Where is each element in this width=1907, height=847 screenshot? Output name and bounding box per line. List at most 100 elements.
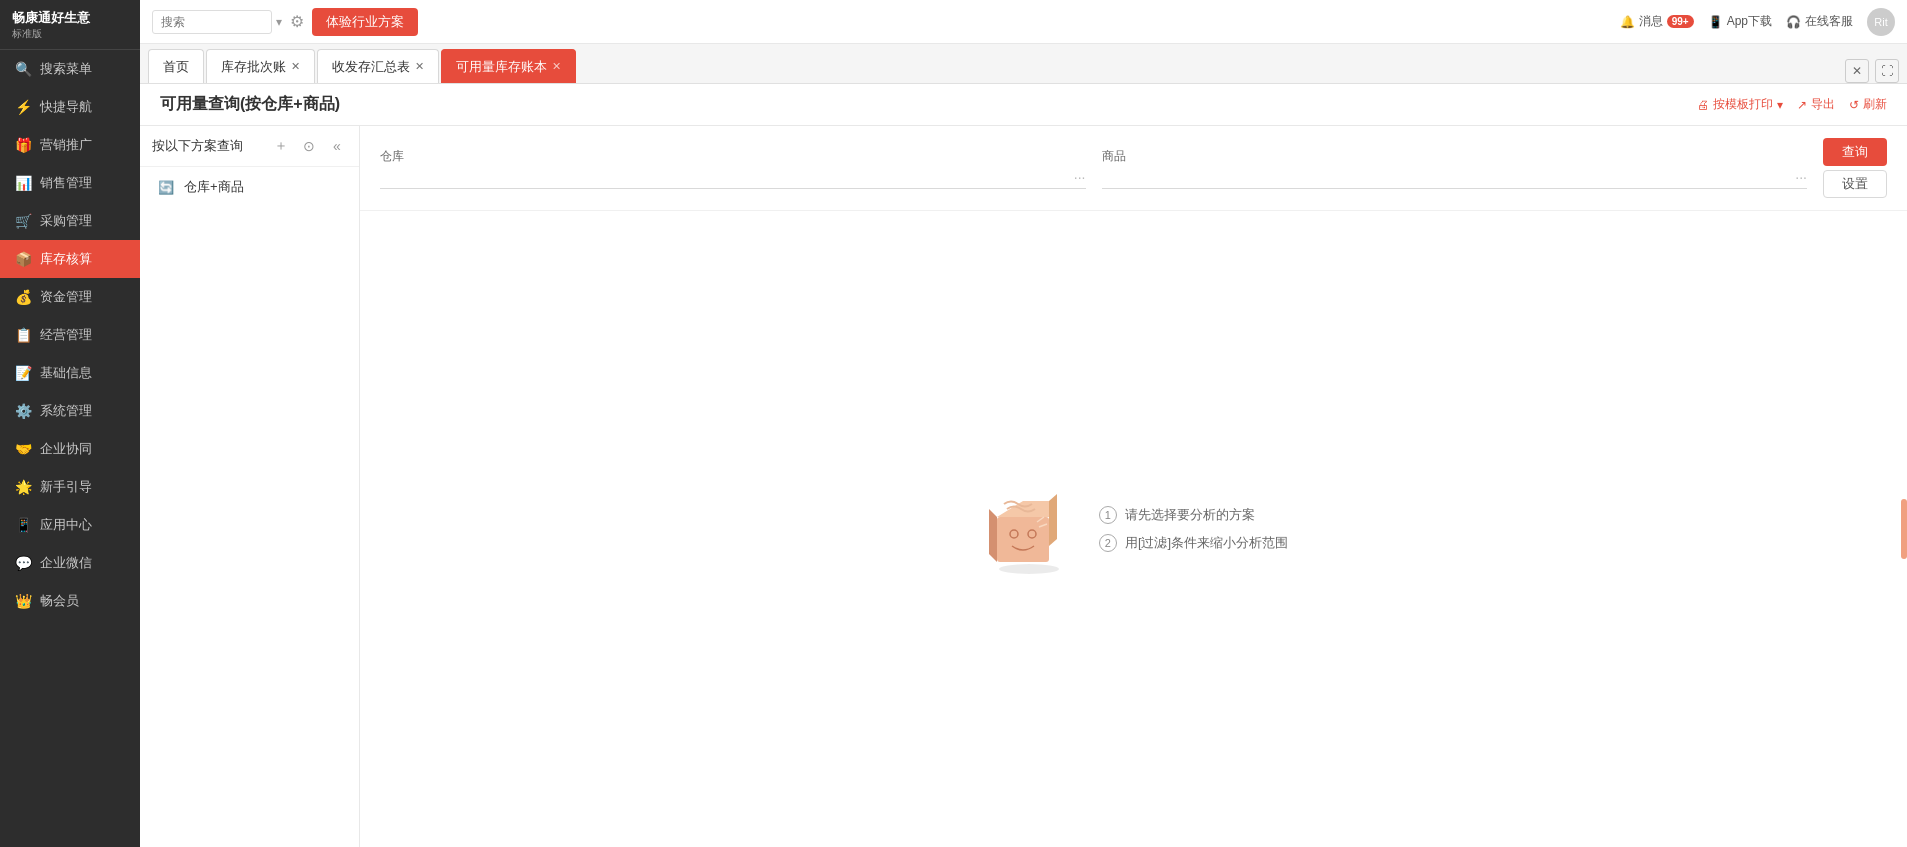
message-button[interactable]: 🔔 消息 99+ xyxy=(1620,13,1694,30)
page-actions: 🖨 按模板打印 ▾ ↗ 导出 ↺ 刷新 xyxy=(1697,96,1887,113)
settings-scheme-button[interactable]: ⊙ xyxy=(299,136,319,156)
close-tab-button[interactable]: ✕ xyxy=(1845,59,1869,83)
sidebar-item-sales[interactable]: 📊 销售管理 xyxy=(0,164,140,202)
clipboard-icon: 📋 xyxy=(14,326,32,344)
export-icon: ↗ xyxy=(1797,98,1807,112)
sidebar-item-corp-coop[interactable]: 🤝 企业协同 xyxy=(0,430,140,468)
left-panel-title: 按以下方案查询 xyxy=(152,137,263,155)
sidebar-item-label: 企业微信 xyxy=(40,554,92,572)
sidebar-item-member[interactable]: 👑 畅会员 xyxy=(0,582,140,620)
sidebar-item-label: 销售管理 xyxy=(40,174,92,192)
product-label: 商品 xyxy=(1102,148,1808,165)
right-panel: 仓库 ··· 商品 ··· 查询 设置 xyxy=(360,126,1907,847)
empty-state: 1 请先选择要分析的方案 2 用[过滤]条件来缩小分析范围 xyxy=(360,211,1907,847)
phone-icon: 📱 xyxy=(1708,15,1723,29)
content-area: 按以下方案查询 ＋ ⊙ « 🔄 仓库+商品 仓库 ··· xyxy=(140,126,1907,847)
topbar-search-area: ▾ xyxy=(152,10,282,34)
sidebar-item-label: 新手引导 xyxy=(40,478,92,496)
filter-row: 仓库 ··· 商品 ··· 查询 设置 xyxy=(360,126,1907,211)
refresh-button[interactable]: ↺ 刷新 xyxy=(1849,96,1887,113)
printer-icon: 🖨 xyxy=(1697,98,1709,112)
template-print-button[interactable]: 🖨 按模板打印 ▾ xyxy=(1697,96,1783,113)
sidebar-item-wechat[interactable]: 💬 企业微信 xyxy=(0,544,140,582)
tab-recv-summary[interactable]: 收发存汇总表 ✕ xyxy=(317,49,439,83)
sidebar-item-shortcut[interactable]: ⚡ 快捷导航 xyxy=(0,88,140,126)
tab-recv-summary-label: 收发存汇总表 xyxy=(332,58,410,76)
industry-solution-button[interactable]: 体验行业方案 xyxy=(312,8,418,36)
note-icon: 📝 xyxy=(14,364,32,382)
product-input-wrap: ··· xyxy=(1102,169,1808,189)
sidebar-item-label: 资金管理 xyxy=(40,288,92,306)
product-input[interactable] xyxy=(1102,169,1792,184)
query-button[interactable]: 查询 xyxy=(1823,138,1887,166)
box-icon: 📦 xyxy=(14,250,32,268)
sidebar-item-app-center[interactable]: 📱 应用中心 xyxy=(0,506,140,544)
sidebar: 畅康通好生意 标准版 🔍 搜索菜单 ⚡ 快捷导航 🎁 营销推广 📊 销售管理 🛒… xyxy=(0,0,140,847)
settings-icon[interactable]: ⚙ xyxy=(290,12,304,31)
gear-icon: ⚙️ xyxy=(14,402,32,420)
add-scheme-button[interactable]: ＋ xyxy=(271,136,291,156)
left-panel-header: 按以下方案查询 ＋ ⊙ « xyxy=(140,126,359,167)
sidebar-item-marketing[interactable]: 🎁 营销推广 xyxy=(0,126,140,164)
sidebar-item-new-guide[interactable]: 🌟 新手引导 xyxy=(0,468,140,506)
tab-batch-ledger[interactable]: 库存批次账 ✕ xyxy=(206,49,315,83)
sidebar-item-label: 营销推广 xyxy=(40,136,92,154)
online-service-button[interactable]: 🎧 在线客服 xyxy=(1786,13,1853,30)
export-button[interactable]: ↗ 导出 xyxy=(1797,96,1835,113)
settings-button[interactable]: 设置 xyxy=(1823,170,1887,198)
sidebar-item-inventory[interactable]: 📦 库存核算 xyxy=(0,240,140,278)
chat-icon: 💬 xyxy=(14,554,32,572)
main-content: ▾ ⚙ 体验行业方案 🔔 消息 99+ 📱 App下载 🎧 在线客服 Rit xyxy=(140,0,1907,847)
sidebar-item-search[interactable]: 🔍 搜索菜单 xyxy=(0,50,140,88)
sidebar-scroll: 🔍 搜索菜单 ⚡ 快捷导航 🎁 营销推广 📊 销售管理 🛒 采购管理 📦 库存核… xyxy=(0,50,140,847)
warehouse-input[interactable] xyxy=(380,169,1070,184)
tab-home[interactable]: 首页 xyxy=(148,49,204,83)
close-icon[interactable]: ✕ xyxy=(552,60,561,73)
bell-icon: 🔔 xyxy=(1620,15,1635,29)
sidebar-item-ops[interactable]: 📋 经营管理 xyxy=(0,316,140,354)
star-icon: 🌟 xyxy=(14,478,32,496)
refresh-icon: 🔄 xyxy=(156,177,176,197)
collapse-panel-button[interactable]: « xyxy=(327,136,347,156)
warehouse-filter-field: 仓库 ··· xyxy=(380,148,1086,189)
avatar: Rit xyxy=(1867,8,1895,36)
sidebar-item-label: 采购管理 xyxy=(40,212,92,230)
svg-marker-3 xyxy=(989,509,997,562)
scheme-item-warehouse-product[interactable]: 🔄 仓库+商品 xyxy=(140,167,359,207)
sidebar-item-basic-info[interactable]: 📝 基础信息 xyxy=(0,354,140,392)
page-header: 可用量查询(按仓库+商品) 🖨 按模板打印 ▾ ↗ 导出 ↺ 刷新 xyxy=(140,84,1907,126)
tab-available-qty[interactable]: 可用量库存账本 ✕ xyxy=(441,49,576,83)
svg-rect-1 xyxy=(997,517,1049,562)
maximize-tab-button[interactable]: ⛶ xyxy=(1875,59,1899,83)
user-profile[interactable]: Rit xyxy=(1867,8,1895,36)
empty-illustration xyxy=(979,479,1079,579)
tab-home-label: 首页 xyxy=(163,58,189,76)
close-icon[interactable]: ✕ xyxy=(415,60,424,73)
sidebar-item-label: 库存核算 xyxy=(40,250,92,268)
sidebar-item-label: 经营管理 xyxy=(40,326,92,344)
sidebar-item-sys[interactable]: ⚙️ 系统管理 xyxy=(0,392,140,430)
product-more-button[interactable]: ··· xyxy=(1795,169,1807,185)
refresh-icon: ↺ xyxy=(1849,98,1859,112)
headset-icon: 🎧 xyxy=(1786,15,1801,29)
tab-batch-ledger-label: 库存批次账 xyxy=(221,58,286,76)
message-label: 消息 xyxy=(1639,13,1663,30)
filter-actions: 查询 设置 xyxy=(1823,138,1887,198)
logo-title: 畅康通好生意 xyxy=(12,10,128,27)
warehouse-more-button[interactable]: ··· xyxy=(1074,169,1086,185)
tabs-bar: 首页 库存批次账 ✕ 收发存汇总表 ✕ 可用量库存账本 ✕ ✕ ⛶ xyxy=(140,44,1907,84)
flash-icon: ⚡ xyxy=(14,98,32,116)
scheme-item-label: 仓库+商品 xyxy=(184,178,244,196)
sidebar-item-purchase[interactable]: 🛒 采购管理 xyxy=(0,202,140,240)
warehouse-input-wrap: ··· xyxy=(380,169,1086,189)
app-download-button[interactable]: 📱 App下载 xyxy=(1708,13,1772,30)
product-filter-field: 商品 ··· xyxy=(1102,148,1808,189)
search-input[interactable] xyxy=(152,10,272,34)
close-icon[interactable]: ✕ xyxy=(291,60,300,73)
scrollbar-handle[interactable] xyxy=(1901,499,1907,559)
warehouse-label: 仓库 xyxy=(380,148,1086,165)
page-title: 可用量查询(按仓库+商品) xyxy=(160,94,340,115)
sidebar-item-fund[interactable]: 💰 资金管理 xyxy=(0,278,140,316)
chevron-down-icon[interactable]: ▾ xyxy=(276,15,282,29)
crown-icon: 👑 xyxy=(14,592,32,610)
